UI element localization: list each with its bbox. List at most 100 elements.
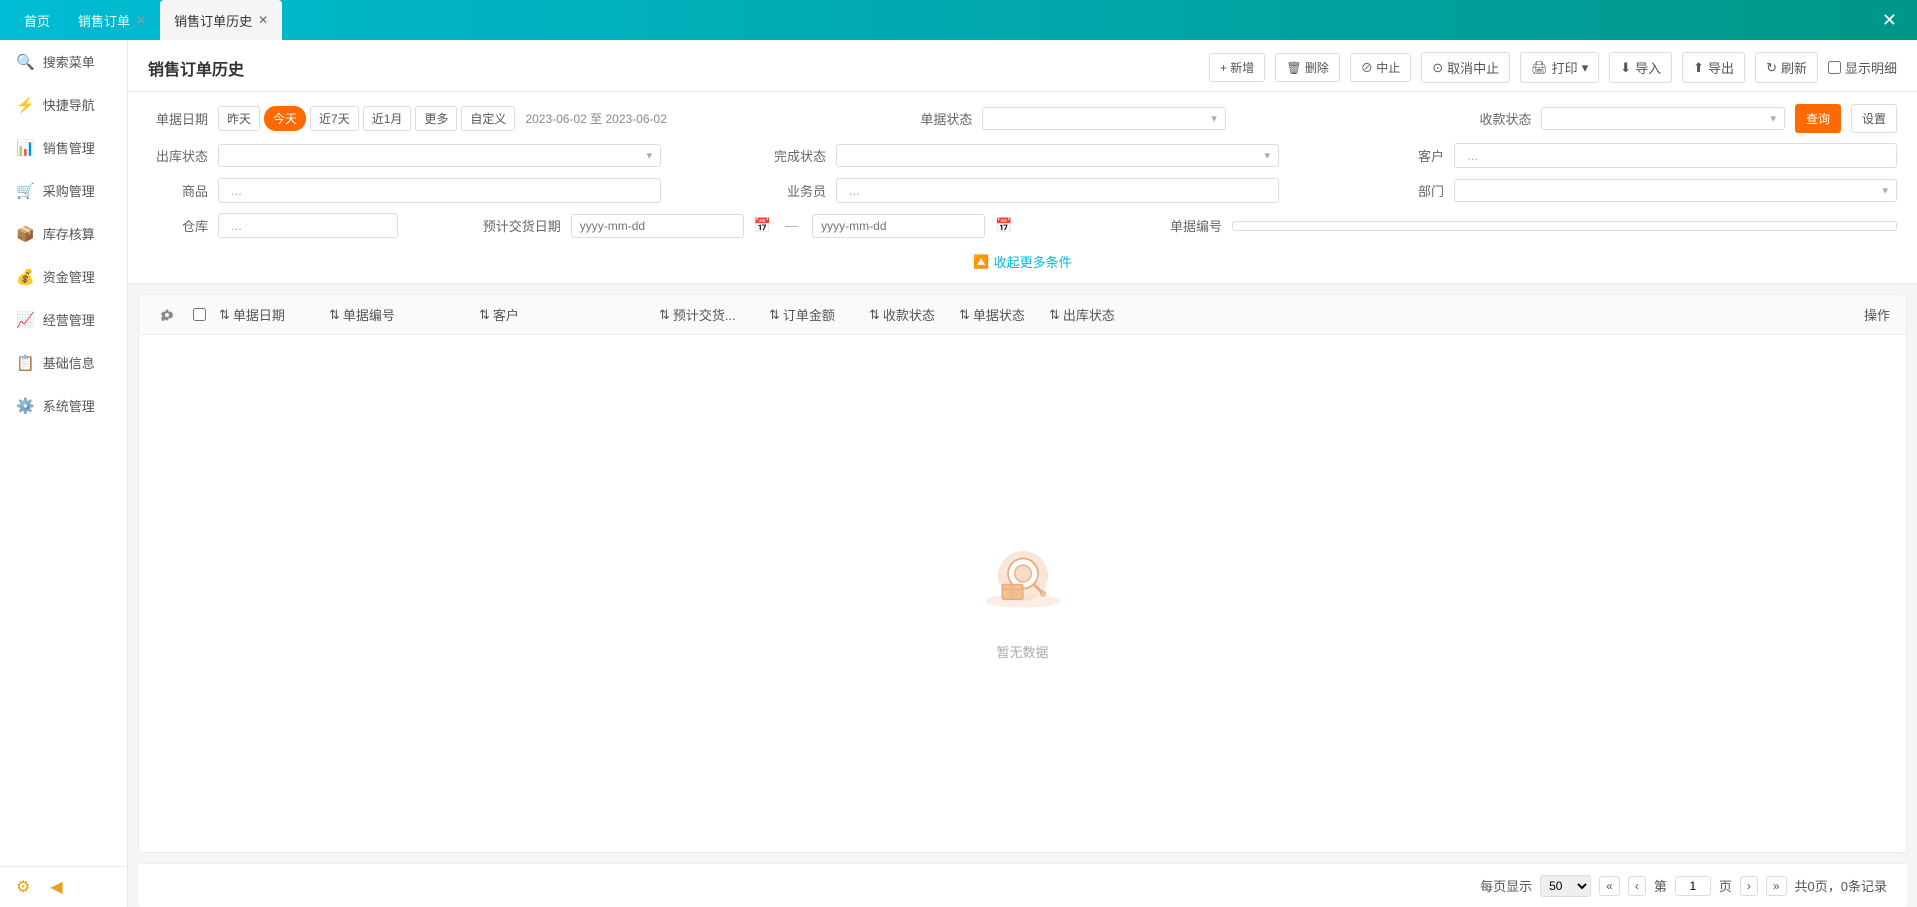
th-out-status-sort-icon: ⇅ [1049, 307, 1060, 323]
import-label: 导入 [1635, 58, 1661, 77]
th-order-status[interactable]: ⇅ 单据状态 [953, 305, 1043, 324]
date-btn-7days[interactable]: 近7天 [310, 106, 359, 131]
next-page-button[interactable]: › [1740, 876, 1758, 896]
settings-filter-button[interactable]: 设置 [1851, 104, 1897, 133]
goods-input[interactable]: ... [218, 178, 661, 203]
tab-sales-history-close[interactable]: ✕ [258, 13, 268, 27]
th-num-label: 单据编号 [343, 305, 395, 324]
finance-icon: 💰 [16, 268, 35, 286]
customer-input[interactable]: ... [1454, 143, 1897, 168]
date-btn-1month[interactable]: 近1月 [363, 106, 412, 131]
refresh-button[interactable]: ↻ 刷新 [1755, 52, 1818, 83]
delivery-date-end-input[interactable] [812, 214, 985, 238]
date-btn-more[interactable]: 更多 [415, 106, 457, 131]
sidebar-item-quick-nav[interactable]: ⚡ 快捷导航 [0, 83, 127, 126]
filter-row-3: 商品 ... 业务员 ... 部门 ▾ [148, 178, 1897, 203]
new-button[interactable]: + 新增 [1209, 53, 1265, 82]
page-size-label: 每页显示 [1480, 876, 1532, 895]
th-delivery[interactable]: ⇅ 预计交货... [653, 305, 763, 324]
th-checkbox[interactable] [185, 308, 213, 321]
date-btn-today[interactable]: 今天 [264, 106, 306, 131]
th-action-label: 操作 [1864, 305, 1890, 324]
sidebar-item-sys-mgmt[interactable]: ⚙️ 系统管理 [0, 384, 127, 427]
sidebar-item-finance[interactable]: 💰 资金管理 [0, 255, 127, 298]
page-header: 销售订单历史 + 新增 🗑 删除 ⊘ 中止 ⊙ 取消中止 🖨 打印 ▾ ⬇ 导入… [128, 40, 1917, 92]
complete-status-select[interactable]: ▾ [836, 144, 1279, 167]
tab-sales-history-label: 销售订单历史 [174, 11, 252, 30]
first-page-button[interactable]: « [1599, 876, 1620, 896]
page-size-select[interactable]: 50 10 20 100 [1540, 875, 1591, 897]
filter-row-1: 单据日期 昨天 今天 近7天 近1月 更多 自定义 2023-06-02 至 2… [148, 104, 1897, 133]
filter-area: 单据日期 昨天 今天 近7天 近1月 更多 自定义 2023-06-02 至 2… [128, 92, 1917, 284]
pagination-footer: 每页显示 50 10 20 100 « ‹ 第 页 › » 共0页，0条记录 [138, 863, 1907, 907]
sidebar-item-basic-info[interactable]: 📋 基础信息 [0, 341, 127, 384]
tab-home[interactable]: 首页 [10, 0, 64, 40]
th-customer-label: 客户 [493, 305, 519, 324]
export-label: 导出 [1708, 58, 1734, 77]
th-customer[interactable]: ⇅ 客户 [473, 305, 653, 324]
tab-sales-order-close[interactable]: ✕ [136, 13, 146, 27]
page-go-label: 第 [1654, 876, 1667, 895]
order-num-input[interactable] [1232, 221, 1897, 231]
warehouse-input[interactable]: ... [218, 213, 398, 238]
delivery-date-start-input[interactable] [571, 214, 744, 238]
search-menu-icon: 🔍 [16, 53, 35, 71]
out-status-label: 出库状态 [148, 146, 208, 165]
th-amount[interactable]: ⇅ 订单金额 [763, 305, 863, 324]
prev-page-button[interactable]: ‹ [1628, 876, 1646, 896]
print-label: 打印 [1552, 58, 1578, 77]
print-button[interactable]: 🖨 打印 ▾ [1520, 52, 1599, 83]
th-pay-status[interactable]: ⇅ 收款状态 [863, 305, 953, 324]
th-date[interactable]: ⇅ 单据日期 [213, 305, 323, 324]
sidebar-item-purchase-mgmt[interactable]: 🛒 采购管理 [0, 169, 127, 212]
last-page-button[interactable]: » [1766, 876, 1787, 896]
operations-icon: 📈 [16, 311, 35, 329]
export-button[interactable]: ⬆ 导出 [1682, 52, 1745, 83]
print-arrow-icon: ▾ [1582, 60, 1589, 76]
th-action: 操作 [1133, 305, 1896, 324]
date-btn-yesterday[interactable]: 昨天 [218, 106, 260, 131]
department-select[interactable]: ▾ [1454, 179, 1897, 202]
import-button[interactable]: ⬇ 导入 [1609, 52, 1672, 83]
total-label: 共0页，0条记录 [1795, 876, 1887, 895]
sidebar-item-search-menu[interactable]: 🔍 搜索菜单 [0, 40, 127, 83]
sidebar-item-inventory[interactable]: 📦 库存核算 [0, 212, 127, 255]
payment-status-select[interactable]: ▾ [1541, 107, 1785, 130]
cancel-stop-icon: ⊙ [1432, 60, 1443, 76]
query-button[interactable]: 查询 [1795, 104, 1841, 133]
th-delivery-sort-icon: ⇅ [659, 307, 670, 323]
page-number-input[interactable] [1675, 876, 1711, 896]
order-status-select[interactable]: ▾ [982, 107, 1226, 130]
sidebar-collapse-icon[interactable]: ◀ [50, 877, 62, 897]
delete-button[interactable]: 🗑 删除 [1275, 53, 1340, 82]
salesman-dots: ... [849, 183, 860, 198]
order-status-arrow: ▾ [1211, 112, 1217, 125]
collapse-row[interactable]: 🔼 收起更多条件 [148, 248, 1897, 271]
sidebar-item-operations[interactable]: 📈 经营管理 [0, 298, 127, 341]
cancel-stop-button[interactable]: ⊙ 取消中止 [1421, 52, 1510, 83]
sidebar-item-sales-mgmt[interactable]: 📊 销售管理 [0, 126, 127, 169]
refresh-label: 刷新 [1781, 58, 1807, 77]
sidebar-settings-icon[interactable]: ⚙ [16, 877, 30, 897]
sidebar-item-sales-mgmt-label: 销售管理 [43, 138, 95, 157]
select-all-checkbox[interactable] [193, 308, 206, 321]
th-settings[interactable] [149, 307, 185, 323]
out-status-select[interactable]: ▾ [218, 144, 661, 167]
tab-sales-history[interactable]: 销售订单历史 ✕ [160, 0, 282, 40]
order-num-label: 单据编号 [1162, 216, 1222, 235]
th-out-status[interactable]: ⇅ 出库状态 [1043, 305, 1133, 324]
window-close-button[interactable]: ✕ [1872, 10, 1907, 31]
th-order-status-label: 单据状态 [973, 305, 1025, 324]
display-detail-checkbox[interactable] [1828, 61, 1841, 74]
export-icon: ⬆ [1693, 60, 1704, 76]
date-btn-custom[interactable]: 自定义 [461, 106, 515, 131]
print-icon: 🖨 [1531, 60, 1548, 76]
th-num[interactable]: ⇅ 单据编号 [323, 305, 473, 324]
sys-mgmt-icon: ⚙️ [16, 397, 35, 415]
department-label: 部门 [1384, 181, 1444, 200]
customer-label: 客户 [1384, 146, 1444, 165]
tab-sales-order[interactable]: 销售订单 ✕ [64, 0, 160, 40]
stop-button[interactable]: ⊘ 中止 [1350, 53, 1411, 82]
main-layout: 🔍 搜索菜单 ⚡ 快捷导航 📊 销售管理 🛒 采购管理 📦 库存核算 💰 资金管… [0, 40, 1917, 907]
salesman-input[interactable]: ... [836, 178, 1279, 203]
